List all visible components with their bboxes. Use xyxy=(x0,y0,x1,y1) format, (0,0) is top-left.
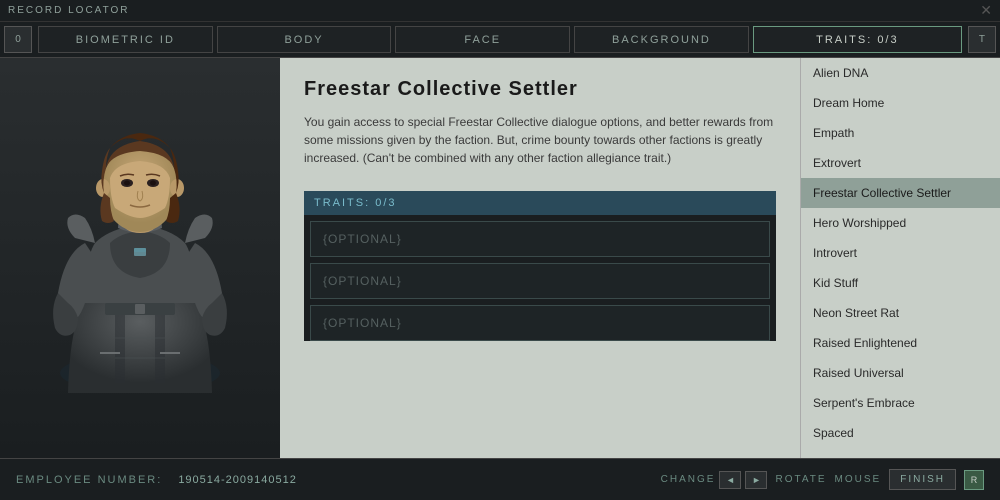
trait-list-panel: Alien DNADream HomeEmpathExtrovertFreest… xyxy=(800,58,1000,458)
trait-list-item[interactable]: Alien DNA xyxy=(801,58,1000,88)
trait-list-item[interactable]: Neon Street Rat xyxy=(801,298,1000,328)
main-content: Freestar Collective Settler You gain acc… xyxy=(0,58,1000,458)
change-btn-group: CHANGE ◄ ► xyxy=(661,471,768,489)
character-svg xyxy=(30,73,250,443)
selected-trait-name: Freestar Collective Settler xyxy=(304,78,776,101)
employee-number: 190514-2009140512 xyxy=(178,474,297,486)
traits-box-header: TRAITS: 0/3 xyxy=(304,191,776,215)
tab-traits[interactable]: TRAITS: 0/3 xyxy=(753,26,962,53)
trait-list-item[interactable]: Empath xyxy=(801,118,1000,148)
trait-list-item[interactable]: Raised Universal xyxy=(801,358,1000,388)
finish-button[interactable]: FINISH xyxy=(889,469,956,490)
trait-list-item[interactable]: Taskmaster xyxy=(801,448,1000,458)
change-label: CHANGE xyxy=(661,474,716,485)
finish-key: R xyxy=(964,470,984,490)
trait-list-item[interactable]: Raised Enlightened xyxy=(801,328,1000,358)
selected-trait-description: You gain access to special Freestar Coll… xyxy=(304,113,776,167)
tab-key-0: 0 xyxy=(4,26,32,53)
trait-list-item[interactable]: Kid Stuff xyxy=(801,268,1000,298)
bottom-bar: EMPLOYEE NUMBER: 190514-2009140512 CHANG… xyxy=(0,458,1000,500)
trait-list-item[interactable]: Hero Worshipped xyxy=(801,208,1000,238)
top-bar: RECORD LOCATOR ✕ xyxy=(0,0,1000,22)
center-panel: Freestar Collective Settler You gain acc… xyxy=(280,58,800,458)
bottom-right-actions: CHANGE ◄ ► ROTATE MOUSE FINISH R xyxy=(661,469,984,490)
trait-slot-2[interactable]: {OPTIONAL} xyxy=(310,263,770,299)
record-locator-title: RECORD LOCATOR xyxy=(8,5,130,16)
tab-face[interactable]: FACE xyxy=(395,26,570,53)
tab-body[interactable]: BODY xyxy=(217,26,392,53)
tab-biometric[interactable]: BIOMETRIC ID xyxy=(38,26,213,53)
key-right[interactable]: ► xyxy=(745,471,767,489)
tab-background[interactable]: BACKGROUND xyxy=(574,26,749,53)
trait-list-item[interactable]: Extrovert xyxy=(801,148,1000,178)
employee-label: EMPLOYEE NUMBER: xyxy=(16,474,162,486)
trait-slot-1[interactable]: {OPTIONAL} xyxy=(310,221,770,257)
trait-list-item[interactable]: Dream Home xyxy=(801,88,1000,118)
tab-bar: 0 BIOMETRIC ID BODY FACE BACKGROUND TRAI… xyxy=(0,22,1000,58)
trait-list-item[interactable]: Freestar Collective Settler xyxy=(801,178,1000,208)
mouse-btn-group: MOUSE xyxy=(835,474,882,485)
trait-list-item[interactable]: Spaced xyxy=(801,418,1000,448)
trait-slot-3[interactable]: {OPTIONAL} xyxy=(310,305,770,341)
rotate-label: ROTATE xyxy=(775,474,826,485)
portrait-area xyxy=(0,58,280,458)
close-icon[interactable]: ✕ xyxy=(980,2,992,19)
mouse-label: MOUSE xyxy=(835,474,882,485)
rotate-btn-group: ROTATE xyxy=(775,474,826,485)
character-figure xyxy=(30,73,250,443)
tab-key-t: T xyxy=(968,26,996,53)
traits-selection-box: TRAITS: 0/3 {OPTIONAL} {OPTIONAL} {OPTIO… xyxy=(304,191,776,341)
trait-list-item[interactable]: Introvert xyxy=(801,238,1000,268)
trait-list-item[interactable]: Serpent's Embrace xyxy=(801,388,1000,418)
key-left[interactable]: ◄ xyxy=(719,471,741,489)
